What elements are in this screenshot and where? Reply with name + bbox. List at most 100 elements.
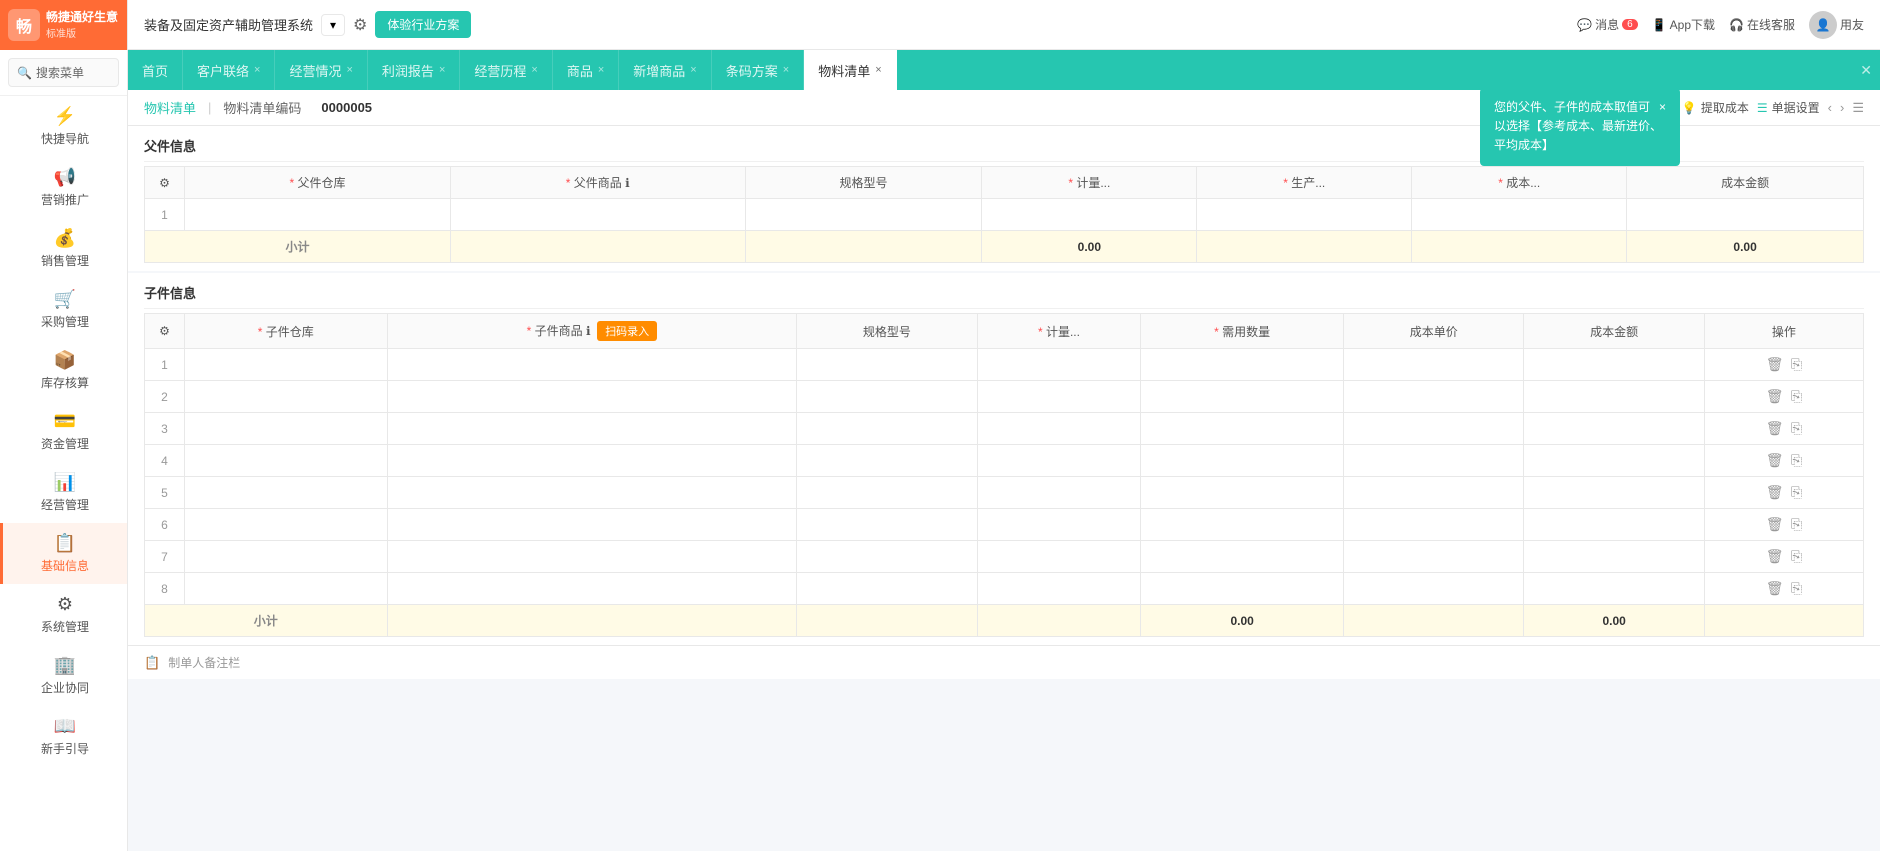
sidebar-item-enterprise[interactable]: 🏢企业协同 [0, 645, 127, 706]
child-cell-required-qty-6[interactable] [1141, 509, 1344, 541]
nav-tab-close-bom[interactable]: × [875, 64, 881, 76]
parent-cell-unit-1[interactable] [982, 199, 1197, 231]
child-cell-goods-6[interactable] [387, 509, 797, 541]
child-cell-unit-6[interactable] [977, 509, 1141, 541]
child-cell-unit-cost-1[interactable] [1343, 349, 1523, 381]
nav-tab-close-customer[interactable]: × [254, 64, 260, 76]
child-cell-warehouse-4[interactable] [185, 445, 388, 477]
child-cell-warehouse-3[interactable] [185, 413, 388, 445]
app-download-item[interactable]: 📱 App下载 [1652, 16, 1715, 33]
child-cell-required-qty-7[interactable] [1141, 541, 1344, 573]
child-cell-required-qty-3[interactable] [1141, 413, 1344, 445]
copy-icon-7[interactable]: ⎘ [1791, 548, 1802, 564]
copy-icon-6[interactable]: ⎘ [1791, 516, 1802, 532]
child-cell-goods-7[interactable] [387, 541, 797, 573]
next-icon[interactable]: › [1840, 100, 1844, 115]
child-cell-goods-4[interactable] [387, 445, 797, 477]
child-cell-spec-4[interactable] [797, 445, 977, 477]
child-cell-required-qty-4[interactable] [1141, 445, 1344, 477]
delete-icon-3[interactable]: 🗑 [1766, 420, 1784, 436]
copy-icon-4[interactable]: ⎘ [1791, 452, 1802, 468]
child-cell-cost-amount-3[interactable] [1524, 413, 1704, 445]
child-cell-spec-7[interactable] [797, 541, 977, 573]
nav-tab-bom[interactable]: 物料清单 × [804, 50, 896, 90]
nav-tab-barcode[interactable]: 条码方案 × [712, 50, 804, 90]
settings-icon[interactable]: ⚙ [353, 15, 367, 35]
single-setting-item[interactable]: ☰ 单据设置 [1757, 99, 1820, 116]
parent-cell-cost-1[interactable] [1412, 199, 1627, 231]
sidebar-item-inventory[interactable]: 📦库存核算 [0, 340, 127, 401]
delete-icon-1[interactable]: 🗑 [1766, 356, 1784, 372]
child-cell-unit-7[interactable] [977, 541, 1141, 573]
sidebar-item-finance[interactable]: 💳资金管理 [0, 401, 127, 462]
child-cell-warehouse-7[interactable] [185, 541, 388, 573]
child-cell-unit-3[interactable] [977, 413, 1141, 445]
child-cell-warehouse-6[interactable] [185, 509, 388, 541]
nav-tab-goods[interactable]: 商品 × [553, 50, 619, 90]
child-cell-cost-amount-4[interactable] [1524, 445, 1704, 477]
copy-icon-3[interactable]: ⎘ [1791, 420, 1802, 436]
child-cell-unit-cost-5[interactable] [1343, 477, 1523, 509]
child-cell-goods-3[interactable] [387, 413, 797, 445]
copy-icon-8[interactable]: ⎘ [1791, 580, 1802, 596]
parent-th-gear[interactable]: ⚙ [145, 167, 185, 199]
nav-tab-operation-history[interactable]: 经营历程 × [460, 50, 552, 90]
parent-cell-warehouse-1[interactable] [185, 199, 451, 231]
child-cell-unit-1[interactable] [977, 349, 1141, 381]
child-cell-unit-cost-3[interactable] [1343, 413, 1523, 445]
child-cell-unit-cost-6[interactable] [1343, 509, 1523, 541]
nav-tab-profit[interactable]: 利润报告 × [368, 50, 460, 90]
more-icon[interactable]: ☰ [1852, 100, 1864, 116]
nav-tab-home[interactable]: 首页 [128, 50, 183, 90]
child-cell-required-qty-8[interactable] [1141, 573, 1344, 605]
parent-cell-production-1[interactable] [1197, 199, 1412, 231]
child-cell-cost-amount-5[interactable] [1524, 477, 1704, 509]
child-cell-unit-2[interactable] [977, 381, 1141, 413]
copy-icon-2[interactable]: ⎘ [1791, 388, 1802, 404]
tab-bom[interactable]: 物料清单 [144, 98, 196, 117]
parent-cell-goods-1[interactable] [450, 199, 745, 231]
child-cell-spec-3[interactable] [797, 413, 977, 445]
child-cell-cost-amount-1[interactable] [1524, 349, 1704, 381]
child-cell-unit-cost-8[interactable] [1343, 573, 1523, 605]
copy-icon-1[interactable]: ⎘ [1791, 356, 1802, 372]
delete-icon-5[interactable]: 🗑 [1766, 484, 1784, 500]
child-cell-unit-cost-7[interactable] [1343, 541, 1523, 573]
child-cell-required-qty-5[interactable] [1141, 477, 1344, 509]
child-cell-cost-amount-7[interactable] [1524, 541, 1704, 573]
parent-cell-cost-amount-1[interactable] [1627, 199, 1864, 231]
nav-tab-close-operation-history[interactable]: × [531, 64, 537, 76]
delete-icon-8[interactable]: 🗑 [1766, 580, 1784, 596]
nav-tab-close-profit[interactable]: × [439, 64, 445, 76]
child-cell-cost-amount-6[interactable] [1524, 509, 1704, 541]
child-cell-spec-2[interactable] [797, 381, 977, 413]
sidebar-item-quick-nav[interactable]: ⚡快捷导航 [0, 96, 127, 157]
child-cell-cost-amount-2[interactable] [1524, 381, 1704, 413]
child-cell-unit-5[interactable] [977, 477, 1141, 509]
parent-cell-spec-1[interactable] [745, 199, 982, 231]
child-cell-required-qty-1[interactable] [1141, 349, 1344, 381]
child-cell-required-qty-2[interactable] [1141, 381, 1344, 413]
online-service-item[interactable]: 🎧 在线客服 [1729, 16, 1795, 33]
delete-icon-7[interactable]: 🗑 [1766, 548, 1784, 564]
child-cell-spec-8[interactable] [797, 573, 977, 605]
system-dropdown[interactable]: ▾ [321, 14, 345, 36]
child-cell-goods-2[interactable] [387, 381, 797, 413]
nav-tab-close-barcode[interactable]: × [783, 64, 789, 76]
child-cell-spec-5[interactable] [797, 477, 977, 509]
scan-button[interactable]: 扫码录入 [597, 321, 657, 341]
child-cell-unit-cost-4[interactable] [1343, 445, 1523, 477]
trial-button[interactable]: 体验行业方案 [375, 11, 471, 38]
child-cell-goods-8[interactable] [387, 573, 797, 605]
sidebar-item-marketing[interactable]: 📢营销推广 [0, 157, 127, 218]
delete-icon-2[interactable]: 🗑 [1766, 388, 1784, 404]
sidebar-item-operation[interactable]: 📊经营管理 [0, 462, 127, 523]
sidebar-item-system[interactable]: ⚙系统管理 [0, 584, 127, 645]
child-cell-warehouse-8[interactable] [185, 573, 388, 605]
child-cell-cost-amount-8[interactable] [1524, 573, 1704, 605]
child-cell-spec-1[interactable] [797, 349, 977, 381]
close-all-icon[interactable]: ✕ [1852, 62, 1880, 79]
child-cell-unit-4[interactable] [977, 445, 1141, 477]
delete-icon-6[interactable]: 🗑 [1766, 516, 1784, 532]
child-cell-goods-5[interactable] [387, 477, 797, 509]
